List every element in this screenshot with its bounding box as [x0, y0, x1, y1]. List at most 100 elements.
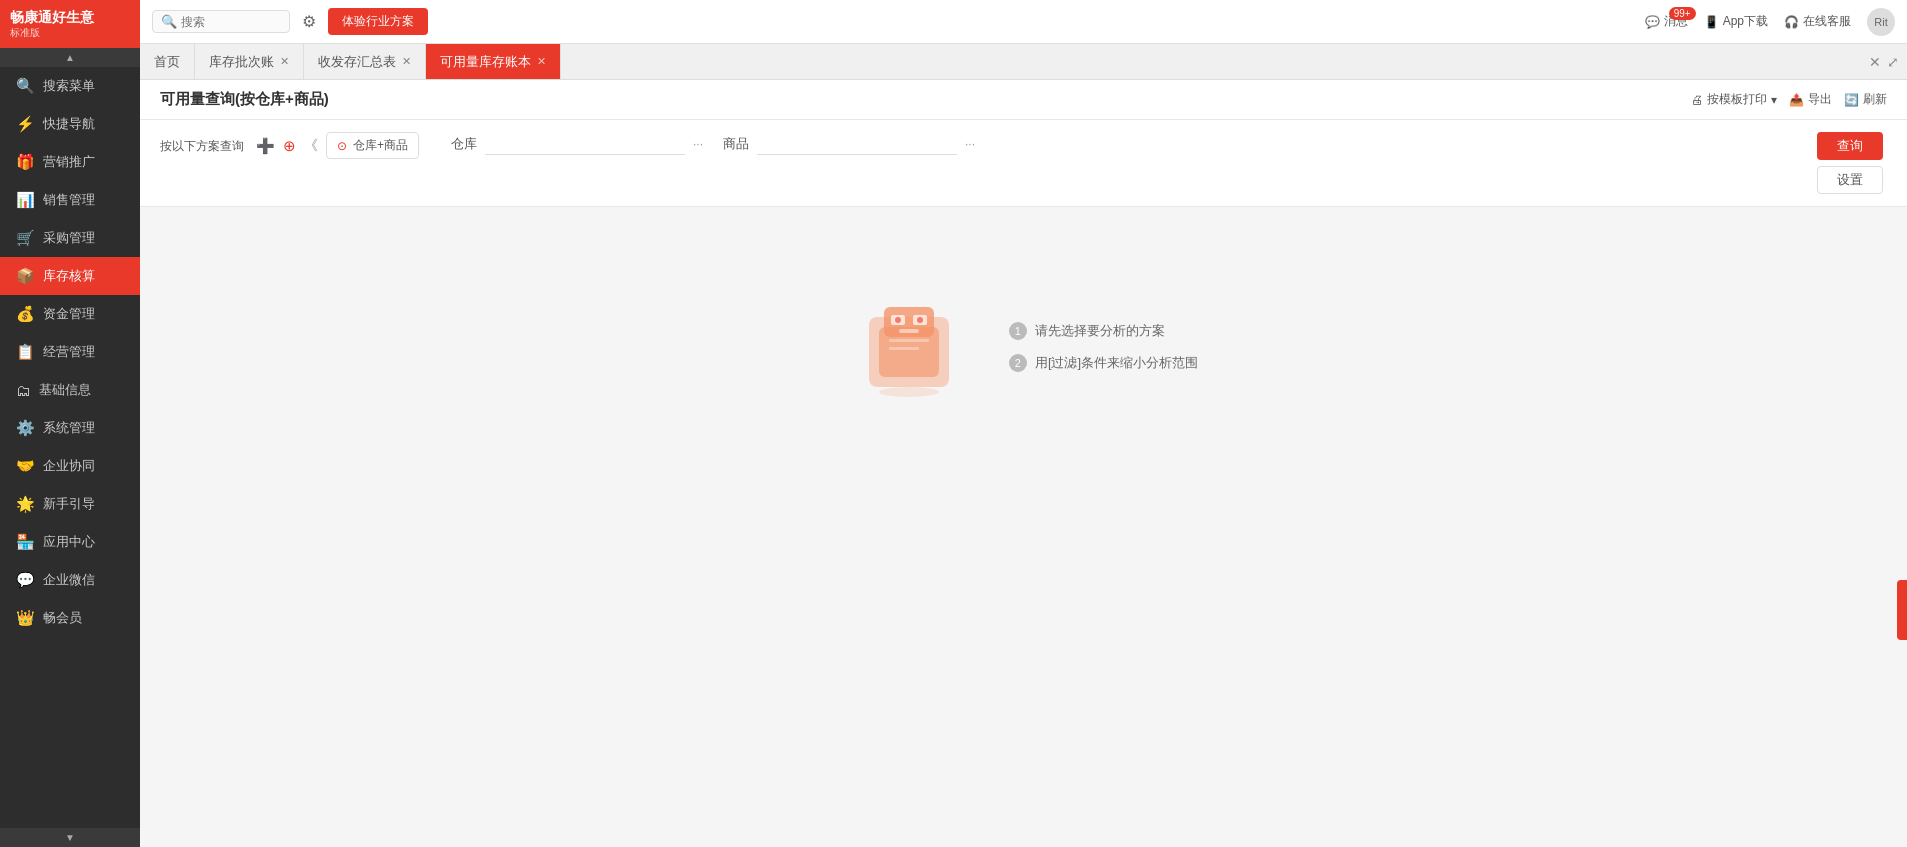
sidebar-nav: 🔍搜索菜单 ⚡ 快捷导航 🎁 营销推广 📊销售管理🛒采购管理 📦 库存核算 💰 资金管理 📋经营管理… — [0, 67, 140, 828]
sidebar-label-finance: 资金管理 — [43, 305, 95, 323]
add-scheme-icon[interactable]: ➕ — [256, 137, 275, 155]
export-btn[interactable]: 📤 导出 — [1789, 91, 1832, 108]
scheme-item-warehouse-goods[interactable]: ⊙ 仓库+商品 — [326, 132, 419, 159]
tab-summary[interactable]: 收发存汇总表 ✕ — [304, 44, 426, 79]
user-avatar[interactable]: Rit — [1867, 8, 1895, 36]
sidebar-icon-wechat: 💬 — [16, 571, 35, 589]
sidebar-icon-marketing: 🎁 — [16, 153, 35, 171]
svg-rect-7 — [899, 329, 919, 333]
sidebar-item-member[interactable]: 👑 畅会员 — [0, 599, 140, 637]
sidebar-item-search[interactable]: 🔍搜索菜单 — [0, 67, 140, 105]
empty-state: 1请先选择要分析的方案2用[过滤]条件来缩小分析范围 — [140, 207, 1907, 487]
refresh-label: 刷新 — [1863, 91, 1887, 108]
sidebar-item-apps[interactable]: 🏪应用中心 — [0, 523, 140, 561]
settings-scheme-icon[interactable]: ⊕ — [283, 137, 296, 155]
sidebar-label-shortcut: 快捷导航 — [43, 115, 95, 133]
sidebar-icon-operations: 📋 — [16, 343, 35, 361]
print-icon: 🖨 — [1691, 93, 1703, 107]
sidebar-icon-shortcut: ⚡ — [16, 115, 35, 133]
tab-close-summary[interactable]: ✕ — [402, 55, 411, 68]
gear-icon[interactable]: ⚙ — [298, 8, 320, 35]
sidebar-label-basic: 基础信息 — [39, 381, 91, 399]
sidebar-item-sales[interactable]: 📊销售管理 — [0, 181, 140, 219]
svg-rect-9 — [889, 347, 919, 350]
sidebar-label-inventory: 库存核算 — [43, 267, 95, 285]
topbar: 🔍 ⚙ 体验行业方案 💬 消息 99+ 📱 App下载 🎧 在线客服 Rit — [140, 0, 1907, 44]
warehouse-input[interactable] — [485, 132, 685, 155]
sidebar-item-enterprise[interactable]: 🤝企业协同 — [0, 447, 140, 485]
sidebar-icon-inventory: 📦 — [16, 267, 35, 285]
warehouse-label: 仓库 — [451, 135, 477, 153]
sidebar-label-member: 畅会员 — [43, 609, 82, 627]
sidebar-logo: 畅康通好生意 标准版 — [0, 0, 140, 48]
sidebar-item-wechat[interactable]: 💬企业微信 — [0, 561, 140, 599]
svg-point-5 — [895, 317, 901, 323]
sidebar-item-inventory[interactable]: 📦 库存核算 — [0, 257, 140, 295]
tabs-close-all-btn[interactable]: ✕ — [1869, 54, 1881, 70]
sidebar-label-purchase: 采购管理 — [43, 229, 95, 247]
tab-label-home: 首页 — [154, 53, 180, 71]
sidebar-item-operations[interactable]: 📋经营管理 — [0, 333, 140, 371]
trial-button[interactable]: 体验行业方案 — [328, 8, 428, 35]
sidebar-icon-newbie: 🌟 — [16, 495, 35, 513]
tabs-bar: 首页库存批次账✕收发存汇总表✕可用量库存账本✕✕⤢ — [140, 44, 1907, 80]
goods-input[interactable] — [757, 132, 957, 155]
sidebar-label-marketing: 营销推广 — [43, 153, 95, 171]
collapse-icon[interactable]: 《 — [304, 137, 318, 155]
sidebar-item-system[interactable]: ⚙️系统管理 — [0, 409, 140, 447]
scroll-indicator[interactable] — [1897, 580, 1907, 640]
logo-subtitle: 标准版 — [10, 26, 40, 40]
page-header-actions: 🖨 按模板打印 ▾ 📤 导出 🔄 刷新 — [1691, 91, 1887, 108]
warehouse-more-icon[interactable]: ··· — [693, 137, 703, 151]
topbar-search-box[interactable]: 🔍 — [152, 10, 290, 33]
search-icon: 🔍 — [161, 14, 177, 29]
tip-text-1: 请先选择要分析的方案 — [1035, 322, 1165, 340]
sidebar: 畅康通好生意 标准版 ▲ 🔍搜索菜单 ⚡ 快捷导航 🎁 营销推广 📊销售管理🛒采购管理 📦 库… — [0, 0, 140, 847]
logo-title: 畅康通好生意 — [10, 8, 94, 26]
phone-icon: 📱 — [1704, 15, 1719, 29]
tab-close-available[interactable]: ✕ — [537, 55, 546, 68]
sidebar-icon-search: 🔍 — [16, 77, 35, 95]
print-label: 按模板打印 — [1707, 91, 1767, 108]
page-header: 可用量查询(按仓库+商品) 🖨 按模板打印 ▾ 📤 导出 🔄 刷新 — [140, 80, 1907, 120]
tip-text-2: 用[过滤]条件来缩小分析范围 — [1035, 354, 1198, 372]
sidebar-icon-finance: 💰 — [16, 305, 35, 323]
sidebar-icon-member: 👑 — [16, 609, 35, 627]
tabs-expand-btn[interactable]: ⤢ — [1887, 54, 1899, 70]
app-download-btn[interactable]: 📱 App下载 — [1704, 13, 1768, 30]
tab-label-summary: 收发存汇总表 — [318, 53, 396, 71]
sidebar-item-basic[interactable]: 🗂基础信息 — [0, 371, 140, 409]
tab-home[interactable]: 首页 — [140, 44, 195, 79]
goods-more-icon[interactable]: ··· — [965, 137, 975, 151]
sidebar-scroll-down[interactable]: ▼ — [0, 828, 140, 847]
message-badge: 99+ — [1669, 7, 1696, 20]
sidebar-item-marketing[interactable]: 🎁 营销推广 — [0, 143, 140, 181]
tab-close-batch[interactable]: ✕ — [280, 55, 289, 68]
settings-button[interactable]: 设置 — [1817, 166, 1883, 194]
message-btn[interactable]: 💬 消息 99+ — [1645, 13, 1688, 30]
warehouse-field: 仓库 ··· — [451, 132, 703, 155]
sidebar-label-apps: 应用中心 — [43, 533, 95, 551]
refresh-btn[interactable]: 🔄 刷新 — [1844, 91, 1887, 108]
query-button[interactable]: 查询 — [1817, 132, 1883, 160]
sidebar-item-newbie[interactable]: 🌟新手引导 — [0, 485, 140, 523]
scheme-label: 仓库+商品 — [353, 137, 408, 154]
tab-label-batch: 库存批次账 — [209, 53, 274, 71]
main-content: 🔍 ⚙ 体验行业方案 💬 消息 99+ 📱 App下载 🎧 在线客服 Rit — [140, 0, 1907, 847]
tab-batch[interactable]: 库存批次账 ✕ — [195, 44, 304, 79]
sidebar-item-shortcut[interactable]: ⚡ 快捷导航 — [0, 105, 140, 143]
sidebar-icon-system: ⚙️ — [16, 419, 35, 437]
export-label: 导出 — [1808, 91, 1832, 108]
sidebar-item-purchase[interactable]: 🛒采购管理 — [0, 219, 140, 257]
sidebar-scroll-up[interactable]: ▲ — [0, 48, 140, 67]
page-content: 可用量查询(按仓库+商品) 🖨 按模板打印 ▾ 📤 导出 🔄 刷新 按以下 — [140, 80, 1907, 847]
service-btn[interactable]: 🎧 在线客服 — [1784, 13, 1851, 30]
tab-available[interactable]: 可用量库存账本✕ — [426, 44, 561, 79]
sidebar-icon-enterprise: 🤝 — [16, 457, 35, 475]
empty-tips: 1请先选择要分析的方案2用[过滤]条件来缩小分析范围 — [1009, 322, 1198, 372]
tabs-end: ✕⤢ — [1861, 54, 1907, 70]
search-input[interactable] — [181, 15, 281, 29]
svg-point-10 — [879, 387, 939, 397]
print-btn[interactable]: 🖨 按模板打印 ▾ — [1691, 91, 1777, 108]
sidebar-item-finance[interactable]: 💰 资金管理 — [0, 295, 140, 333]
